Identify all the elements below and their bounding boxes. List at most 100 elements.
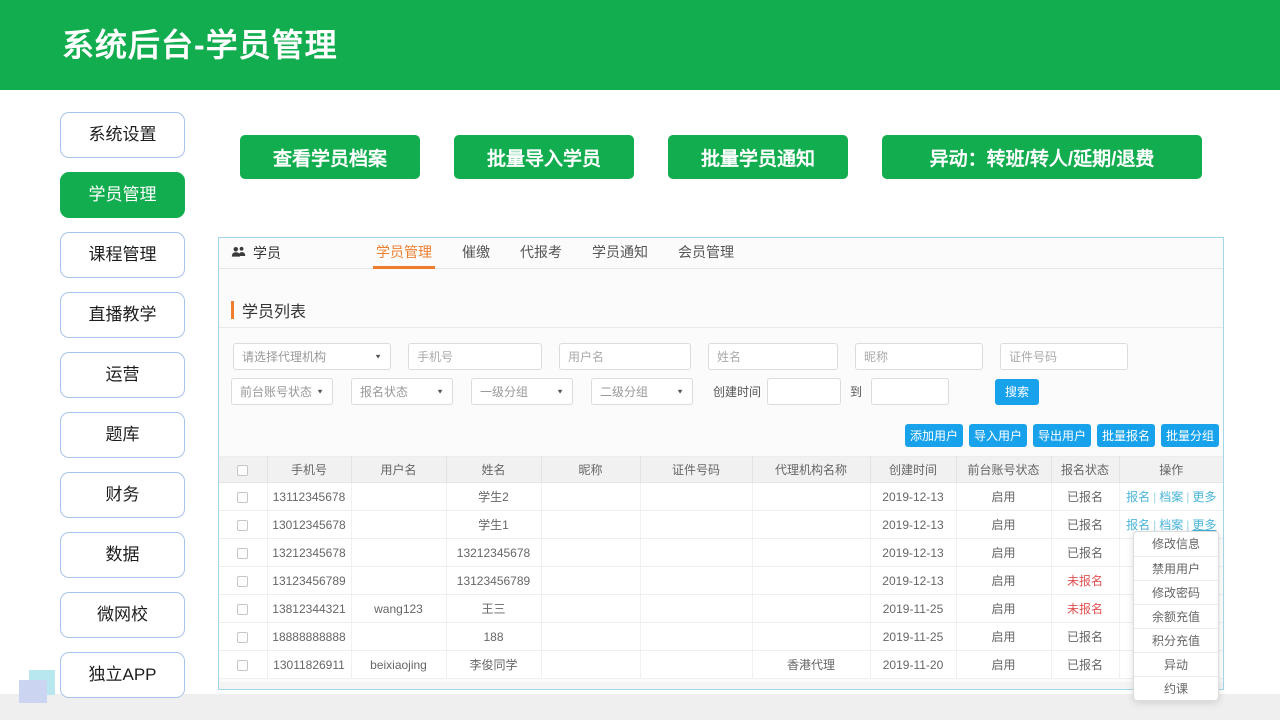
row-checkbox[interactable]	[237, 632, 248, 643]
context-menu-item-1[interactable]: 禁用用户	[1134, 556, 1218, 580]
filter-row-1: 请选择代理机构▼	[233, 343, 1128, 370]
table-action-button-0[interactable]: 添加用户	[905, 424, 963, 447]
table-column-header: 手机号	[267, 457, 351, 483]
filter2-select-placeholder: 二级分组	[600, 383, 648, 400]
filter2-select-3[interactable]: 二级分组▼	[591, 378, 693, 405]
table-action-button-3[interactable]: 批量报名	[1097, 424, 1155, 447]
cell-created: 2019-12-13	[870, 483, 956, 511]
row-op-link-1[interactable]: 档案	[1159, 490, 1183, 504]
tab-2[interactable]: 代报考	[517, 238, 565, 269]
cell-created: 2019-12-13	[870, 511, 956, 539]
chevron-down-icon: ▼	[316, 388, 324, 395]
table-action-button-2[interactable]: 导出用户	[1033, 424, 1091, 447]
table-row: 13011826911beixiaojing李俊同学香港代理2019-11-20…	[219, 651, 1223, 679]
quick-action-button-0[interactable]: 查看学员档案	[240, 135, 420, 179]
table-action-button-4[interactable]: 批量分组	[1161, 424, 1219, 447]
filter-row-2-selects: 前台账号状态 ▼ 报名状态▼ 一级分组▼ 二级分组▼	[231, 378, 711, 405]
tab-0[interactable]: 学员管理	[373, 238, 435, 269]
row-checkbox[interactable]	[237, 660, 248, 671]
cell-name: 188	[446, 623, 541, 651]
sidebar-item-5[interactable]: 题库	[60, 412, 185, 458]
cell-username	[351, 511, 446, 539]
sidebar-item-7[interactable]: 数据	[60, 532, 185, 578]
cell-phone: 13812344321	[267, 595, 351, 623]
row-checkbox-cell	[219, 483, 267, 511]
context-menu-item-3[interactable]: 余额充值	[1134, 604, 1218, 628]
row-more-context-menu: 修改信息禁用用户修改密码余额充值积分充值异动约课	[1133, 531, 1219, 701]
filter2-select-placeholder: 前台账号状态	[240, 383, 312, 400]
row-checkbox-cell	[219, 567, 267, 595]
cell-username	[351, 623, 446, 651]
created-date-to-input[interactable]	[871, 378, 949, 405]
context-menu-item-0[interactable]: 修改信息	[1134, 532, 1218, 556]
cell-account_status: 启用	[956, 623, 1051, 651]
table-row: 188888888881882019-11-25启用已报名	[219, 623, 1223, 651]
filter-row-2: 前台账号状态▼报名状态▼一级分组▼二级分组▼ 创建时间 到 搜索	[231, 378, 1039, 405]
sidebar-item-8[interactable]: 微网校	[60, 592, 185, 638]
filter2-select-1[interactable]: 报名状态▼	[351, 378, 453, 405]
row-checkbox[interactable]	[237, 604, 248, 615]
row-op-link-1[interactable]: 档案	[1159, 518, 1183, 532]
select-all-checkbox[interactable]	[237, 465, 248, 476]
tab-3[interactable]: 学员通知	[589, 238, 651, 269]
row-op-link-0[interactable]: 报名	[1126, 490, 1150, 504]
table-row: 13212345678132123456782019-12-13启用已报名	[219, 539, 1223, 567]
context-menu-item-6[interactable]: 约课	[1134, 676, 1218, 700]
cell-created: 2019-11-25	[870, 623, 956, 651]
op-link-separator: |	[1186, 490, 1189, 504]
sidebar-item-3[interactable]: 直播教学	[60, 292, 185, 338]
section-title-accent-bar	[231, 301, 234, 319]
filter-input-5[interactable]	[1000, 343, 1128, 370]
cell-signup-status: 已报名	[1051, 539, 1119, 567]
tab-4[interactable]: 会员管理	[675, 238, 737, 269]
search-button[interactable]: 搜索	[995, 379, 1039, 405]
cell-phone: 18888888888	[267, 623, 351, 651]
op-link-separator: |	[1153, 518, 1156, 532]
sidebar-item-9[interactable]: 独立APP	[60, 652, 185, 698]
table-row: 13123456789131234567892019-12-13启用未报名	[219, 567, 1223, 595]
row-op-link-2[interactable]: 更多	[1192, 490, 1216, 504]
cell-account_status: 启用	[956, 651, 1051, 679]
row-checkbox[interactable]	[237, 520, 248, 531]
sidebar-item-4[interactable]: 运营	[60, 352, 185, 398]
filter-input-2[interactable]	[559, 343, 691, 370]
cell-nickname	[541, 595, 640, 623]
quick-action-button-2[interactable]: 批量学员通知	[668, 135, 848, 179]
cell-account_status: 启用	[956, 539, 1051, 567]
cell-nickname	[541, 651, 640, 679]
sidebar-item-1[interactable]: 学员管理	[60, 172, 185, 218]
filter-input-1[interactable]	[408, 343, 542, 370]
decor-square-lavender	[19, 680, 47, 703]
filter2-select-0[interactable]: 前台账号状态 ▼	[231, 378, 333, 405]
row-checkbox[interactable]	[237, 548, 248, 559]
cell-phone: 13112345678	[267, 483, 351, 511]
table-action-button-1[interactable]: 导入用户	[969, 424, 1027, 447]
filter-select-0[interactable]: 请选择代理机构▼	[233, 343, 391, 370]
cell-id_number	[640, 511, 752, 539]
cell-username	[351, 567, 446, 595]
tab-1[interactable]: 催缴	[459, 238, 493, 269]
sidebar-item-2[interactable]: 课程管理	[60, 232, 185, 278]
row-checkbox[interactable]	[237, 492, 248, 503]
context-menu-item-4[interactable]: 积分充值	[1134, 628, 1218, 652]
context-menu-item-2[interactable]: 修改密码	[1134, 580, 1218, 604]
quick-action-button-3[interactable]: 异动：转班/转人/延期/退费	[882, 135, 1202, 179]
context-menu-item-5[interactable]: 异动	[1134, 652, 1218, 676]
table-action-buttons: 添加用户导入用户导出用户批量报名批量分组	[905, 424, 1219, 447]
sidebar-item-0[interactable]: 系统设置	[60, 112, 185, 158]
cell-name: 13212345678	[446, 539, 541, 567]
filter-input-3[interactable]	[708, 343, 838, 370]
row-checkbox[interactable]	[237, 576, 248, 587]
filter2-select-2[interactable]: 一级分组▼	[471, 378, 573, 405]
sidebar-item-6[interactable]: 财务	[60, 472, 185, 518]
cell-nickname	[541, 539, 640, 567]
cell-account_status: 启用	[956, 595, 1051, 623]
cell-agency	[752, 623, 870, 651]
row-op-link-0[interactable]: 报名	[1126, 518, 1150, 532]
row-checkbox-cell	[219, 539, 267, 567]
filter-input-4[interactable]	[855, 343, 983, 370]
row-op-link-2[interactable]: 更多	[1192, 518, 1216, 532]
quick-action-button-1[interactable]: 批量导入学员	[454, 135, 634, 179]
created-date-from-input[interactable]	[767, 378, 841, 405]
table-header-checkbox-cell	[219, 457, 267, 483]
